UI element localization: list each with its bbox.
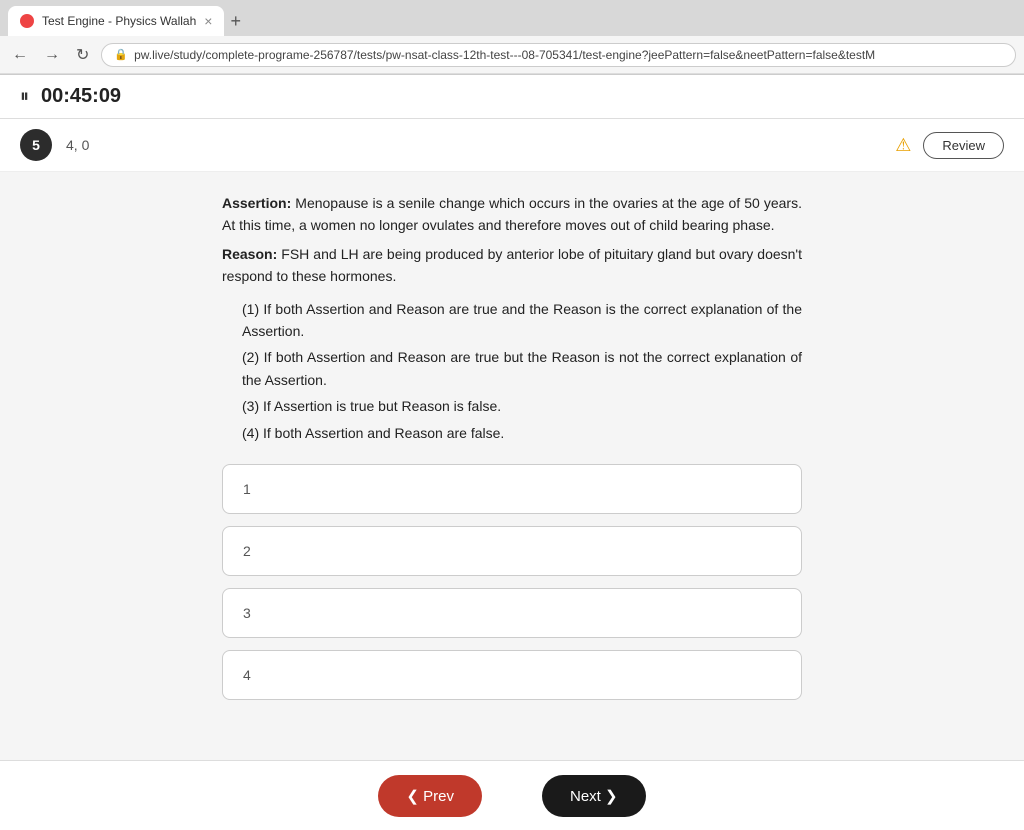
- answer-label-4: 4: [243, 667, 259, 683]
- q-option-text-3: If Assertion is true but Reason is false…: [263, 398, 501, 414]
- next-button[interactable]: Next ❯: [542, 775, 646, 817]
- question-area: Assertion: Menopause is a senile change …: [0, 172, 1024, 798]
- assertion-label: Assertion:: [222, 195, 291, 211]
- q-option-num-3: (3): [242, 398, 259, 414]
- reload-button[interactable]: ↻: [72, 43, 93, 67]
- review-button[interactable]: Review: [923, 132, 1004, 159]
- answer-option-3[interactable]: 3: [222, 588, 802, 638]
- reason-label: Reason:: [222, 246, 277, 262]
- meta-right: ⚠ Review: [895, 132, 1004, 159]
- question-option-1: (1) If both Assertion and Reason are tru…: [242, 298, 802, 343]
- question-options-list: (1) If both Assertion and Reason are tru…: [242, 298, 802, 444]
- back-button[interactable]: ←: [8, 44, 32, 66]
- prev-button[interactable]: ❮ Prev: [378, 775, 482, 817]
- q-option-text-1: If both Assertion and Reason are true an…: [242, 301, 802, 339]
- url-bar[interactable]: 🔒 pw.live/study/complete-programe-256787…: [101, 43, 1016, 67]
- reason-text: FSH and LH are being produced by anterio…: [222, 246, 802, 284]
- q-option-text-2: If both Assertion and Reason are true bu…: [242, 349, 802, 387]
- new-tab-button[interactable]: +: [224, 11, 247, 32]
- test-header: ⏸ 00:45:09: [0, 75, 1024, 119]
- q-option-text-4: If both Assertion and Reason are false.: [263, 425, 504, 441]
- url-text: pw.live/study/complete-programe-256787/t…: [134, 48, 875, 62]
- navigation-bar: ← → ↻ 🔒 pw.live/study/complete-programe-…: [0, 36, 1024, 74]
- question-option-4: (4) If both Assertion and Reason are fal…: [242, 422, 802, 444]
- bottom-navigation: ❮ Prev Next ❯: [0, 760, 1024, 830]
- lock-icon: 🔒: [114, 48, 128, 61]
- tab-favicon: [20, 14, 34, 28]
- answer-option-1[interactable]: 1: [222, 464, 802, 514]
- assertion-text: Menopause is a senile change which occur…: [222, 195, 802, 233]
- tab-title: Test Engine - Physics Wallah: [42, 14, 196, 28]
- timer-display: 00:45:09: [41, 85, 121, 108]
- answer-label-3: 3: [243, 605, 259, 621]
- tab-close-button[interactable]: ×: [204, 13, 212, 29]
- alert-icon[interactable]: ⚠: [895, 135, 911, 156]
- answer-label-1: 1: [243, 481, 259, 497]
- pause-icon[interactable]: ⏸: [20, 86, 29, 107]
- q-option-num-1: (1): [242, 301, 259, 317]
- question-meta-bar: 5 4, 0 ⚠ Review: [0, 119, 1024, 172]
- question-content: Assertion: Menopause is a senile change …: [202, 192, 822, 444]
- tab-bar: Test Engine - Physics Wallah × +: [0, 0, 1024, 36]
- q-option-num-2: (2): [242, 349, 259, 365]
- answer-label-2: 2: [243, 543, 259, 559]
- question-option-3: (3) If Assertion is true but Reason is f…: [242, 395, 802, 417]
- score-display: 4, 0: [66, 137, 89, 153]
- answer-option-4[interactable]: 4: [222, 650, 802, 700]
- answer-option-2[interactable]: 2: [222, 526, 802, 576]
- forward-button[interactable]: →: [40, 44, 64, 66]
- answer-options: 1 2 3 4: [202, 464, 822, 700]
- q-option-num-4: (4): [242, 425, 259, 441]
- question-option-2: (2) If both Assertion and Reason are tru…: [242, 346, 802, 391]
- question-number-badge: 5: [20, 129, 52, 161]
- active-tab[interactable]: Test Engine - Physics Wallah ×: [8, 6, 224, 36]
